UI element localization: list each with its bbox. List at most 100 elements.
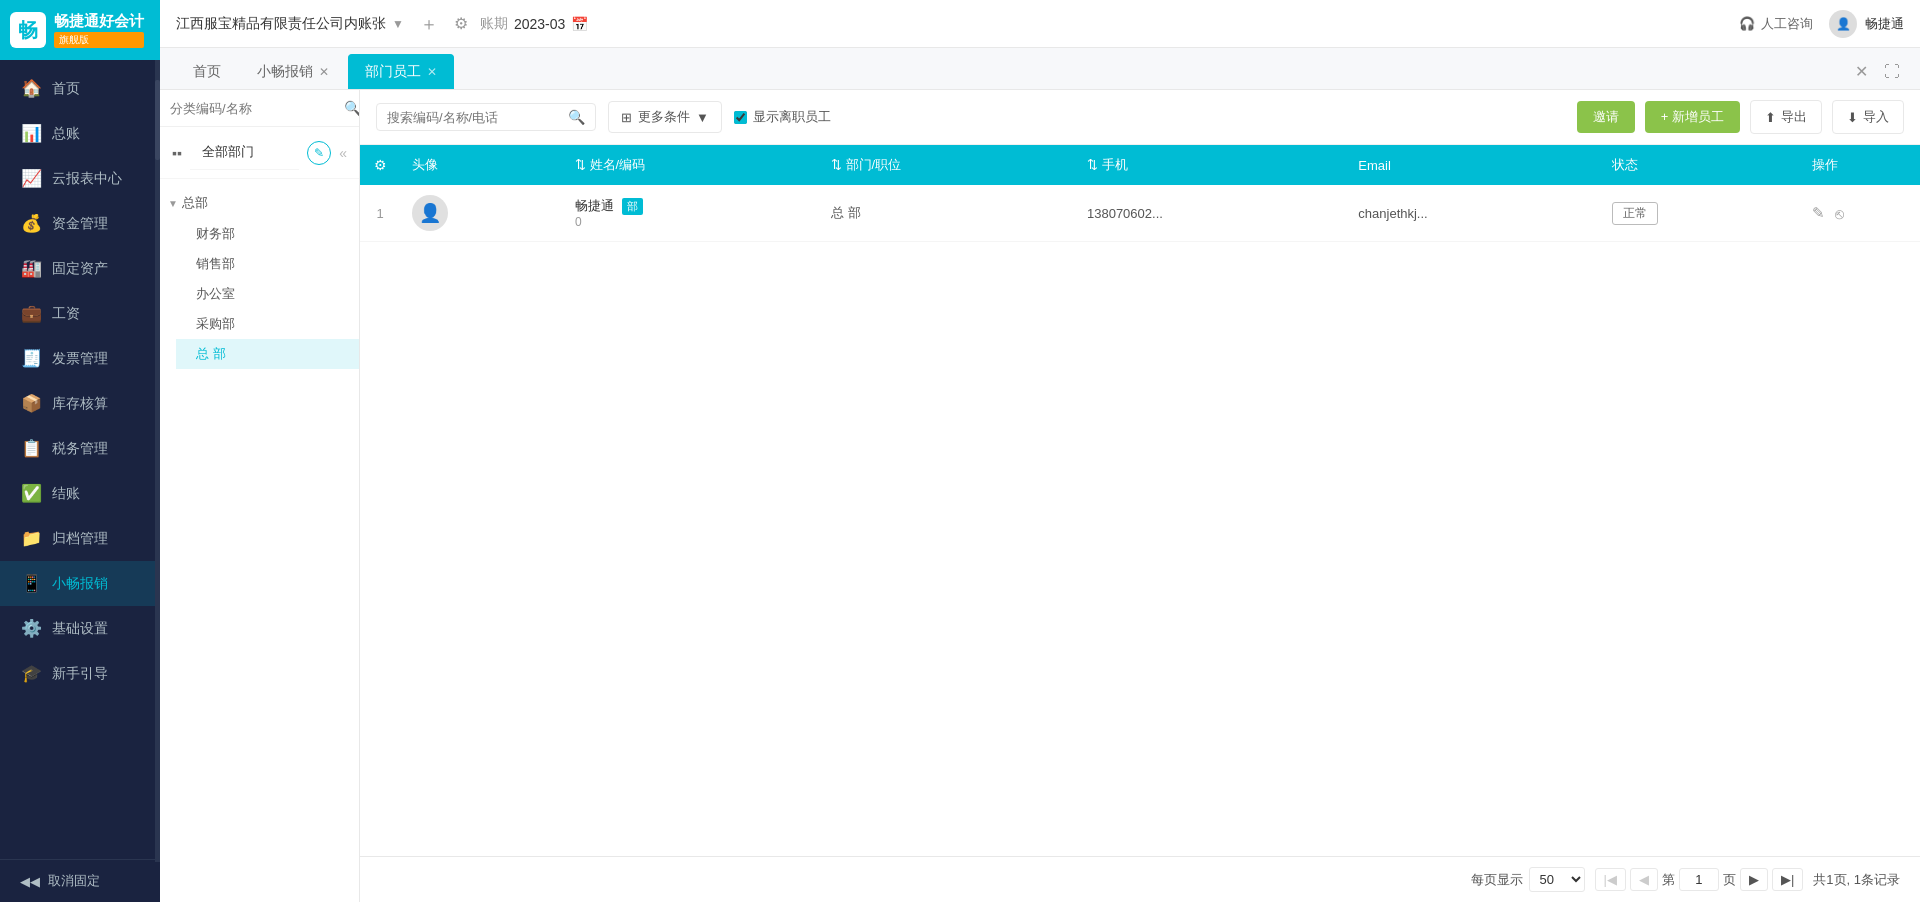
sidebar-item-assets[interactable]: 🏭 固定资产 bbox=[0, 246, 160, 291]
period-calendar-icon[interactable]: 📅 bbox=[571, 16, 588, 32]
sidebar-label-inventory: 库存核算 bbox=[52, 395, 108, 413]
topbar-service[interactable]: 🎧 人工咨询 bbox=[1739, 15, 1813, 33]
dept-tree: ▼ 总部 财务部 销售部 办公室 采购部 总 部 bbox=[160, 179, 359, 902]
reports-icon: 📈 bbox=[20, 168, 42, 189]
sidebar-item-reports[interactable]: 📈 云报表中心 bbox=[0, 156, 160, 201]
emp-search-input[interactable] bbox=[387, 110, 562, 125]
topbar-settings-icon[interactable]: ⚙ bbox=[454, 14, 468, 33]
sidebar-item-expense[interactable]: 📱 小畅报销 bbox=[0, 561, 160, 606]
pagination-total: 共1页, 1条记录 bbox=[1813, 871, 1900, 889]
emp-logout-btn[interactable]: ⎋ bbox=[1835, 205, 1844, 222]
page-first-btn[interactable]: |◀ bbox=[1595, 868, 1626, 891]
dept-edit-btn[interactable]: ✎ bbox=[307, 141, 331, 165]
page-next-btn[interactable]: ▶ bbox=[1740, 868, 1768, 891]
dept-search-bar: 🔍 bbox=[160, 90, 359, 127]
add-employee-button[interactable]: + 新增员工 bbox=[1645, 101, 1740, 133]
inventory-icon: 📦 bbox=[20, 393, 42, 414]
th-phone[interactable]: ⇅ 手机 bbox=[1075, 145, 1346, 185]
show-resigned-checkbox[interactable] bbox=[734, 111, 747, 124]
emp-toolbar-right: 邀请 + 新增员工 ⬆ 导出 ⬇ 导入 bbox=[1577, 100, 1904, 134]
dept-tree-item-general[interactable]: ▼ 总部 bbox=[160, 187, 359, 219]
company-dropdown-icon[interactable]: ▼ bbox=[392, 17, 404, 31]
import-button[interactable]: ⬇ 导入 bbox=[1832, 100, 1904, 134]
th-actions-label: 操作 bbox=[1812, 157, 1838, 172]
page-input[interactable] bbox=[1679, 868, 1719, 891]
tab-expand-btn[interactable]: ⛶ bbox=[1880, 59, 1904, 85]
topbar-user[interactable]: 👤 畅捷通 bbox=[1829, 10, 1904, 38]
dept-item-office[interactable]: 办公室 bbox=[176, 279, 359, 309]
checkout-icon: ✅ bbox=[20, 483, 42, 504]
page-last-btn[interactable]: ▶| bbox=[1772, 868, 1803, 891]
dept-item-sales[interactable]: 销售部 bbox=[176, 249, 359, 279]
th-name-label: 姓名/编码 bbox=[590, 157, 646, 172]
invite-button[interactable]: 邀请 bbox=[1577, 101, 1635, 133]
tab-dept-staff[interactable]: 部门员工 ✕ bbox=[348, 54, 454, 89]
dept-item-finance[interactable]: 财务部 bbox=[176, 219, 359, 249]
emp-search-icon[interactable]: 🔍 bbox=[568, 109, 585, 125]
tab-expense-close[interactable]: ✕ bbox=[319, 65, 329, 79]
tab-dept-close[interactable]: ✕ bbox=[427, 65, 437, 79]
th-name-sort-icon: ⇅ bbox=[575, 157, 586, 172]
sidebar-item-guide[interactable]: 🎓 新手引导 bbox=[0, 651, 160, 696]
tab-home[interactable]: 首页 bbox=[176, 54, 238, 89]
sidebar-item-salary[interactable]: 💼 工资 bbox=[0, 291, 160, 336]
sidebar-label-tax: 税务管理 bbox=[52, 440, 108, 458]
row-status-cell: 正常 bbox=[1600, 185, 1800, 242]
main-area: 江西服宝精品有限责任公司内账张 ▼ ＋ ⚙ 账期 2023-03 📅 🎧 人工咨… bbox=[160, 0, 1920, 902]
emp-edit-btn[interactable]: ✎ bbox=[1812, 204, 1825, 222]
guide-icon: 🎓 bbox=[20, 663, 42, 684]
dept-search-icon[interactable]: 🔍 bbox=[344, 100, 360, 116]
assets-icon: 🏭 bbox=[20, 258, 42, 279]
per-page-select[interactable]: 50 10 20 100 bbox=[1529, 867, 1585, 892]
table-row: 1 👤 畅捷通 部 0 bbox=[360, 185, 1920, 242]
sidebar-item-home[interactable]: 🏠 首页 bbox=[0, 66, 160, 111]
sidebar-item-tax[interactable]: 📋 税务管理 bbox=[0, 426, 160, 471]
tab-expense[interactable]: 小畅报销 ✕ bbox=[240, 54, 346, 89]
sidebar-item-ledger[interactable]: 📊 总账 bbox=[0, 111, 160, 156]
service-headset-icon: 🎧 bbox=[1739, 16, 1755, 31]
sidebar-item-inventory[interactable]: 📦 库存核算 bbox=[0, 381, 160, 426]
sidebar-label-guide: 新手引导 bbox=[52, 665, 108, 683]
sidebar-item-invoice[interactable]: 🧾 发票管理 bbox=[0, 336, 160, 381]
table-gear-icon[interactable]: ⚙ bbox=[374, 157, 387, 173]
th-dept-sort-icon: ⇅ bbox=[831, 157, 842, 172]
sidebar-label-settings: 基础设置 bbox=[52, 620, 108, 638]
company-name: 江西服宝精品有限责任公司内账张 bbox=[176, 15, 386, 33]
th-dept-position[interactable]: ⇅ 部门/职位 bbox=[819, 145, 1075, 185]
filter-arrow-icon: ▼ bbox=[696, 110, 709, 125]
dept-search-input[interactable] bbox=[170, 101, 338, 116]
sidebar-item-checkout[interactable]: ✅ 结账 bbox=[0, 471, 160, 516]
logo-badge: 旗舰版 bbox=[54, 32, 144, 48]
th-name-code[interactable]: ⇅ 姓名/编码 bbox=[563, 145, 819, 185]
page-prev-btn[interactable]: ◀ bbox=[1630, 868, 1658, 891]
dept-item-purchase[interactable]: 采购部 bbox=[176, 309, 359, 339]
status-badge: 正常 bbox=[1612, 202, 1658, 225]
emp-code: 0 bbox=[575, 215, 807, 229]
emp-data-table: ⚙ 头像 ⇅ 姓名/编码 ⇅ 部门/职位 bbox=[360, 145, 1920, 242]
dept-collapse-btn[interactable]: « bbox=[339, 145, 347, 161]
topbar: 江西服宝精品有限责任公司内账张 ▼ ＋ ⚙ 账期 2023-03 📅 🎧 人工咨… bbox=[160, 0, 1920, 48]
export-button[interactable]: ⬆ 导出 bbox=[1750, 100, 1822, 134]
page-suffix: 页 bbox=[1723, 871, 1736, 889]
sidebar-cancel-pin[interactable]: ◀◀ 取消固定 bbox=[0, 859, 160, 902]
sidebar-item-funds[interactable]: 💰 资金管理 bbox=[0, 201, 160, 246]
add-company-btn[interactable]: ＋ bbox=[416, 8, 442, 40]
row-phone-cell: 138070602... bbox=[1075, 185, 1346, 242]
emp-search-box: 🔍 bbox=[376, 103, 596, 131]
topbar-right: 🎧 人工咨询 👤 畅捷通 bbox=[1739, 10, 1904, 38]
sidebar-label-invoice: 发票管理 bbox=[52, 350, 108, 368]
sidebar-item-archive[interactable]: 📁 归档管理 bbox=[0, 516, 160, 561]
dept-all-label[interactable]: 全部部门 bbox=[190, 135, 299, 170]
sidebar-label-ledger: 总账 bbox=[52, 125, 80, 143]
sidebar-logo[interactable]: 畅 畅捷通好会计 旗舰版 bbox=[0, 0, 160, 60]
pagination-size-select: 每页显示 50 10 20 100 bbox=[1471, 867, 1585, 892]
employee-panel: 🔍 ⊞ 更多条件 ▼ 显示离职员工 邀请 + 新增员工 ⬆ 导出 bbox=[360, 90, 1920, 902]
sidebar-item-settings[interactable]: ⚙️ 基础设置 bbox=[0, 606, 160, 651]
emp-filter-btn[interactable]: ⊞ 更多条件 ▼ bbox=[608, 101, 722, 133]
page-text: 第 bbox=[1662, 871, 1675, 889]
pagination-nav: |◀ ◀ 第 页 ▶ ▶| bbox=[1595, 868, 1804, 891]
topbar-company[interactable]: 江西服宝精品有限责任公司内账张 ▼ bbox=[176, 15, 404, 33]
show-resigned-label[interactable]: 显示离职员工 bbox=[734, 108, 831, 126]
dept-item-headquarters[interactable]: 总 部 bbox=[176, 339, 359, 369]
tab-close-btn[interactable]: ✕ bbox=[1851, 58, 1872, 85]
